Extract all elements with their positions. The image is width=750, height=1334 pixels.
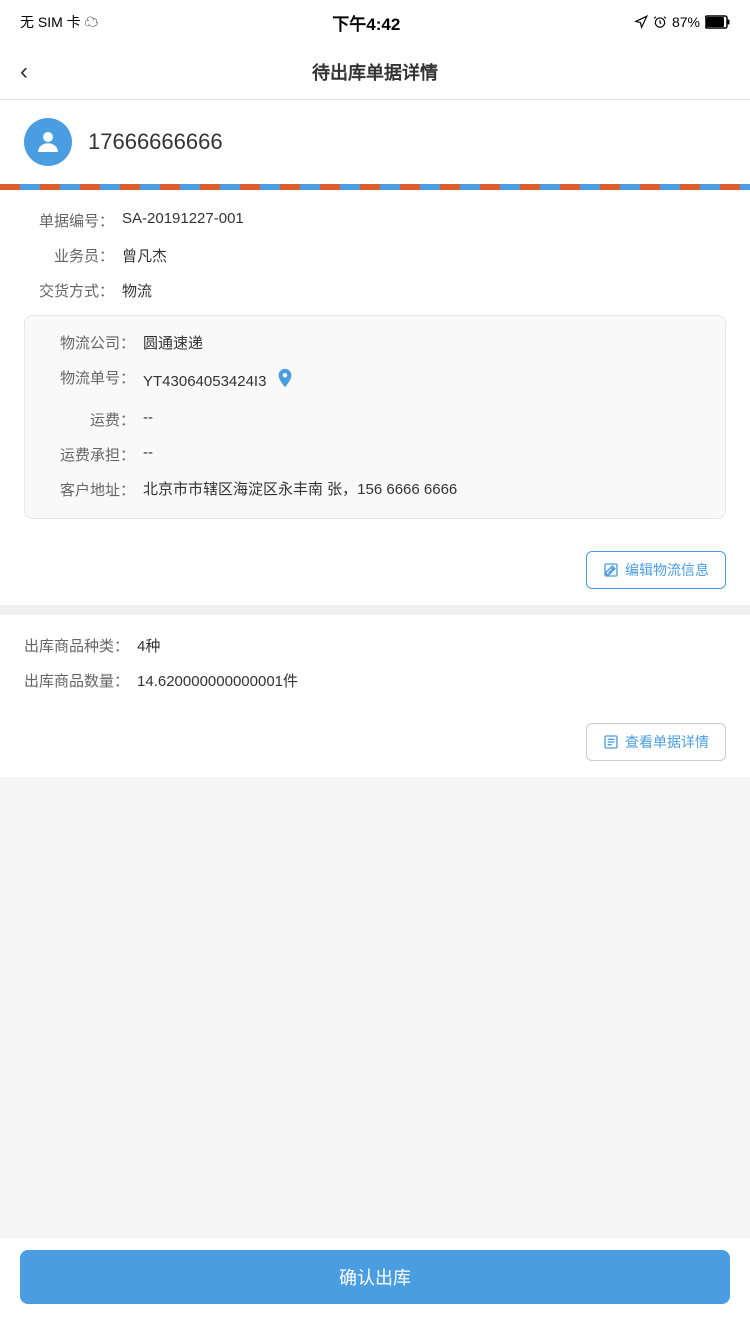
- back-button[interactable]: ‹: [20, 58, 28, 86]
- logistics-tracking-row: 物流单号： YT43064053424I3: [45, 367, 705, 395]
- edit-logistics-button[interactable]: 编辑物流信息: [586, 551, 726, 589]
- view-detail-container: 查看单据详情: [0, 711, 750, 777]
- tracking-location-icon[interactable]: [274, 367, 296, 395]
- page-title: 待出库单据详情: [312, 59, 438, 85]
- goods-count-value: 14.620000000000001件: [137, 670, 298, 691]
- logistics-company-value: 圆通速递: [143, 332, 705, 353]
- salesman-label: 业务员：: [24, 245, 114, 266]
- freight-bearer-row: 运费承担： --: [45, 444, 705, 465]
- battery-icon: [705, 15, 730, 29]
- logistics-company-row: 物流公司： 圆通速递: [45, 332, 705, 353]
- order-no-value: SA-20191227-001: [122, 210, 726, 227]
- freight-bearer-label: 运费承担：: [45, 444, 135, 465]
- customer-header: 17666666666: [0, 100, 750, 184]
- battery-level: 87%: [672, 14, 700, 30]
- order-info-section: 单据编号： SA-20191227-001 业务员： 曾凡杰 交货方式： 物流 …: [0, 190, 750, 539]
- section-divider-1: [0, 605, 750, 615]
- freight-bearer-value: --: [143, 444, 705, 461]
- goods-count-label: 出库商品数量：: [24, 670, 129, 691]
- goods-section: 出库商品种类： 4种 出库商品数量： 14.620000000000001件: [0, 615, 750, 711]
- logistics-tracking-value: YT43064053424I3: [143, 367, 705, 395]
- order-no-row: 单据编号： SA-20191227-001: [24, 210, 726, 231]
- detail-icon: [603, 734, 619, 750]
- view-detail-label: 查看单据详情: [625, 732, 709, 752]
- empty-space: [0, 777, 750, 977]
- goods-count-row: 出库商品数量： 14.620000000000001件: [24, 670, 726, 691]
- avatar: [24, 118, 72, 166]
- status-left: 无 SIM 卡 ☁: [20, 12, 99, 32]
- address-label: 客户地址：: [45, 479, 135, 500]
- goods-type-label: 出库商品种类：: [24, 635, 129, 656]
- logistics-card: 物流公司： 圆通速递 物流单号： YT43064053424I3 运费： -- …: [24, 315, 726, 519]
- address-value: 北京市市辖区海淀区永丰南 张，156 6666 6666: [143, 479, 705, 502]
- user-icon: [33, 127, 63, 157]
- content: 17666666666 单据编号： SA-20191227-001 业务员： 曾…: [0, 100, 750, 1077]
- delivery-row: 交货方式： 物流: [24, 280, 726, 301]
- confirm-button-label: 确认出库: [339, 1264, 411, 1290]
- customer-phone: 17666666666: [88, 129, 223, 155]
- freight-value: --: [143, 409, 705, 426]
- edit-logistics-label: 编辑物流信息: [625, 560, 709, 580]
- view-detail-button[interactable]: 查看单据详情: [586, 723, 726, 761]
- logistics-tracking-label: 物流单号：: [45, 367, 135, 388]
- status-right: 87%: [634, 14, 730, 30]
- bottom-bar: 确认出库: [0, 1238, 750, 1334]
- goods-type-value: 4种: [137, 635, 160, 656]
- delivery-value: 物流: [122, 280, 726, 301]
- status-time: 下午4:42: [332, 10, 400, 35]
- status-bar: 无 SIM 卡 ☁ 下午4:42 87%: [0, 0, 750, 44]
- address-row: 客户地址： 北京市市辖区海淀区永丰南 张，156 6666 6666: [45, 479, 705, 502]
- freight-row: 运费： --: [45, 409, 705, 430]
- edit-icon: [603, 562, 619, 578]
- delivery-label: 交货方式：: [24, 280, 114, 301]
- salesman-row: 业务员： 曾凡杰: [24, 245, 726, 266]
- logistics-company-label: 物流公司：: [45, 332, 135, 353]
- location-status-icon: [634, 15, 648, 29]
- edit-logistics-container: 编辑物流信息: [0, 539, 750, 605]
- salesman-value: 曾凡杰: [122, 245, 726, 266]
- freight-label: 运费：: [45, 409, 135, 430]
- alarm-icon: [653, 15, 667, 29]
- goods-type-row: 出库商品种类： 4种: [24, 635, 726, 656]
- nav-bar: ‹ 待出库单据详情: [0, 44, 750, 100]
- order-no-label: 单据编号：: [24, 210, 114, 231]
- confirm-button[interactable]: 确认出库: [20, 1250, 730, 1304]
